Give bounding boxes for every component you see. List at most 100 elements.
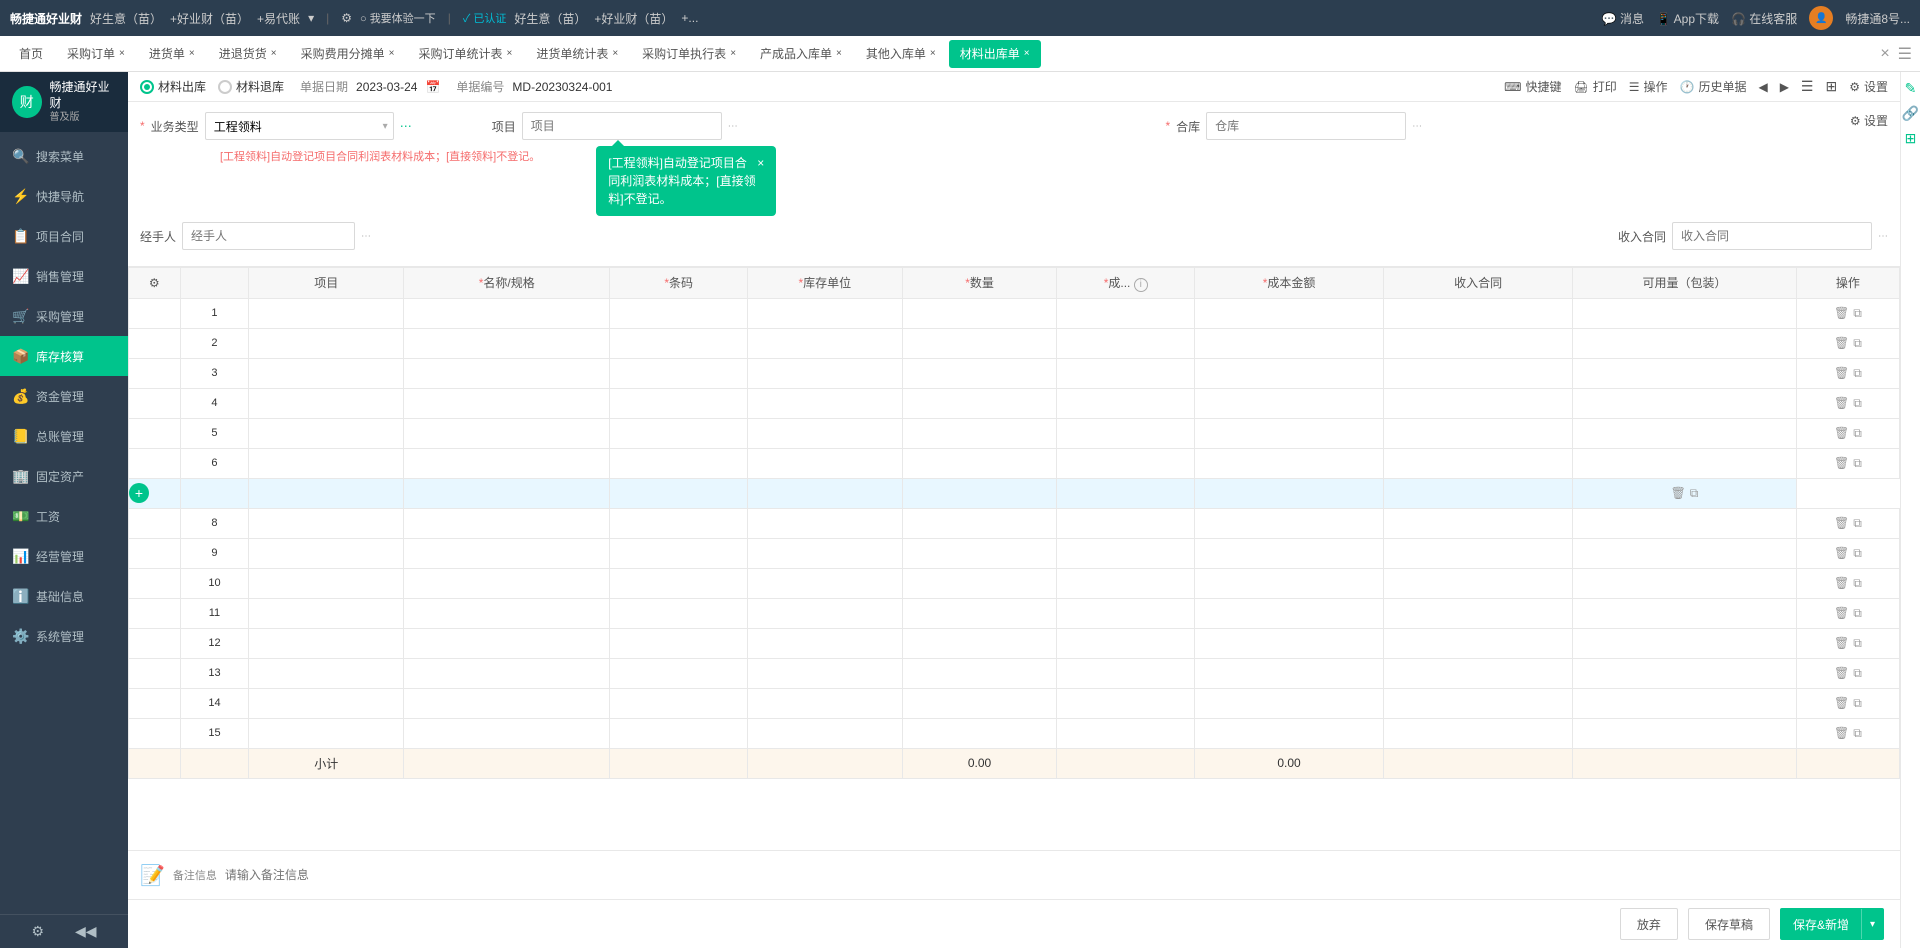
tab-purchase-stat[interactable]: 采购订单统计表 ×	[407, 40, 523, 68]
input-unit-6[interactable]	[748, 449, 902, 478]
copy-icon-8[interactable]: ⧉	[1853, 516, 1862, 531]
input-qty-15[interactable]	[903, 719, 1057, 748]
input-qty-13[interactable]	[903, 659, 1057, 688]
input-contract-13[interactable]	[1384, 659, 1572, 688]
input-project-8[interactable]	[249, 509, 403, 538]
right-panel-edit-icon[interactable]: ✎	[1905, 80, 1917, 97]
input-project-5[interactable]	[249, 419, 403, 448]
input-cost-13[interactable]	[1057, 659, 1194, 688]
print-btn[interactable]: 🖨 打印	[1573, 78, 1616, 95]
input-qty-10[interactable]	[903, 569, 1057, 598]
input-available-15[interactable]	[1573, 719, 1796, 748]
delete-icon-10[interactable]: 🗑	[1834, 576, 1849, 590]
delete-icon-15[interactable]: 🗑	[1834, 726, 1849, 740]
input-costamt-7[interactable]	[1057, 479, 1194, 508]
input-unit-3[interactable]	[748, 359, 902, 388]
sidebar-item-basic[interactable]: ℹ️ 基础信息	[0, 576, 128, 616]
input-cost-8[interactable]	[1057, 509, 1194, 538]
input-barcode-15[interactable]	[610, 719, 747, 748]
delete-icon-5[interactable]: 🗑	[1834, 426, 1849, 440]
sidebar-item-mgmt[interactable]: 📊 经营管理	[0, 536, 128, 576]
input-project-4[interactable]	[249, 389, 403, 418]
td-available-1[interactable]	[1573, 298, 1797, 328]
input-qty-5[interactable]	[903, 419, 1057, 448]
prev-btn[interactable]: ◀	[1758, 80, 1767, 94]
input-name-8[interactable]	[404, 509, 609, 538]
input-costamt-5[interactable]	[1195, 419, 1383, 448]
input-contract-2[interactable]	[1384, 329, 1572, 358]
tab-purchase-exec[interactable]: 采购订单执行表 ×	[631, 40, 747, 68]
tooltip-close-btn[interactable]: ×	[757, 154, 764, 172]
input-barcode-8[interactable]	[610, 509, 747, 538]
cost-info-icon[interactable]: i	[1134, 278, 1148, 292]
input-qty-2[interactable]	[903, 329, 1057, 358]
tab-close-6[interactable]: ×	[612, 48, 618, 59]
sidebar-item-salary[interactable]: 💵 工资	[0, 496, 128, 536]
sidebar-item-system[interactable]: ⚙️ 系统管理	[0, 616, 128, 656]
input-available-12[interactable]	[1573, 629, 1796, 658]
settings-btn[interactable]: ⚙ 设置	[1849, 78, 1888, 95]
input-costamt-9[interactable]	[1195, 539, 1383, 568]
input-cost-3[interactable]	[1057, 359, 1194, 388]
input-costamt-8[interactable]	[1195, 509, 1383, 538]
calendar-icon[interactable]: 📅	[425, 80, 440, 94]
tab-home[interactable]: 首页	[8, 40, 54, 68]
input-available-10[interactable]	[1573, 569, 1796, 598]
input-cost-2[interactable]	[1057, 329, 1194, 358]
agent-input[interactable]	[182, 222, 355, 250]
input-name-4[interactable]	[404, 389, 609, 418]
input-unit-2[interactable]	[748, 329, 902, 358]
tab-close-4[interactable]: ×	[389, 48, 395, 59]
input-barcode-11[interactable]	[610, 599, 747, 628]
input-name-7[interactable]	[249, 479, 403, 508]
input-contract-7[interactable]	[1195, 479, 1383, 508]
input-barcode-3[interactable]	[610, 359, 747, 388]
delete-icon-4[interactable]: 🗑	[1834, 396, 1849, 410]
nav-easy[interactable]: +易代账	[257, 10, 300, 27]
td-qty-1[interactable]	[902, 298, 1057, 328]
online-service-btn[interactable]: 🎧 在线客服	[1731, 10, 1797, 27]
project-dots-icon[interactable]: ⋯	[728, 121, 738, 132]
save-new-main-label[interactable]: 保存&新增	[1781, 909, 1862, 939]
right-panel-link-icon[interactable]: 🔗	[1902, 105, 1919, 122]
input-available-13[interactable]	[1573, 659, 1796, 688]
input-qty-6[interactable]	[903, 449, 1057, 478]
input-available-7[interactable]	[1384, 479, 1572, 508]
input-available-2[interactable]	[1573, 329, 1796, 358]
input-project-14[interactable]	[249, 689, 403, 718]
input-barcode-12[interactable]	[610, 629, 747, 658]
input-name-9[interactable]	[404, 539, 609, 568]
sidebar-item-inventory[interactable]: 📦 库存核算	[0, 336, 128, 376]
input-project-12[interactable]	[249, 629, 403, 658]
shortcut-btn[interactable]: ⌨ 快捷键	[1504, 78, 1561, 95]
card-view-btn[interactable]: ⊞	[1825, 78, 1837, 95]
verified-nav3[interactable]: +...	[681, 11, 698, 25]
copy-icon-15[interactable]: ⧉	[1853, 726, 1862, 741]
income-contract-dots-icon[interactable]: ⋯	[1878, 231, 1888, 242]
input-costamt-13[interactable]	[1195, 659, 1383, 688]
delete-icon-12[interactable]: 🗑	[1834, 636, 1849, 650]
input-cost-10[interactable]	[1057, 569, 1194, 598]
input-project-3[interactable]	[249, 359, 403, 388]
input-qty-8[interactable]	[903, 509, 1057, 538]
input-cost-6[interactable]	[1057, 449, 1194, 478]
input-contract-1[interactable]	[1384, 299, 1572, 328]
input-project-1[interactable]	[249, 299, 403, 328]
input-unit-1[interactable]	[748, 299, 902, 328]
input-project-15[interactable]	[249, 719, 403, 748]
input-cost-15[interactable]	[1057, 719, 1194, 748]
input-available-1[interactable]	[1573, 299, 1796, 328]
save-new-dropdown-icon[interactable]: ▾	[1862, 909, 1883, 939]
tab-incoming-stat[interactable]: 进货单统计表 ×	[525, 40, 629, 68]
nav-gear-icon[interactable]: ⚙	[341, 11, 352, 25]
delete-icon-1[interactable]: 🗑	[1834, 306, 1849, 320]
discard-button[interactable]: 放弃	[1620, 908, 1678, 940]
input-available-5[interactable]	[1573, 419, 1796, 448]
copy-icon-1[interactable]: ⧉	[1853, 306, 1862, 321]
input-cost-9[interactable]	[1057, 539, 1194, 568]
input-barcode-5[interactable]	[610, 419, 747, 448]
input-barcode-10[interactable]	[610, 569, 747, 598]
nav-try[interactable]: ○ 我要体验一下	[360, 10, 436, 26]
input-unit-13[interactable]	[748, 659, 902, 688]
input-barcode-13[interactable]	[610, 659, 747, 688]
